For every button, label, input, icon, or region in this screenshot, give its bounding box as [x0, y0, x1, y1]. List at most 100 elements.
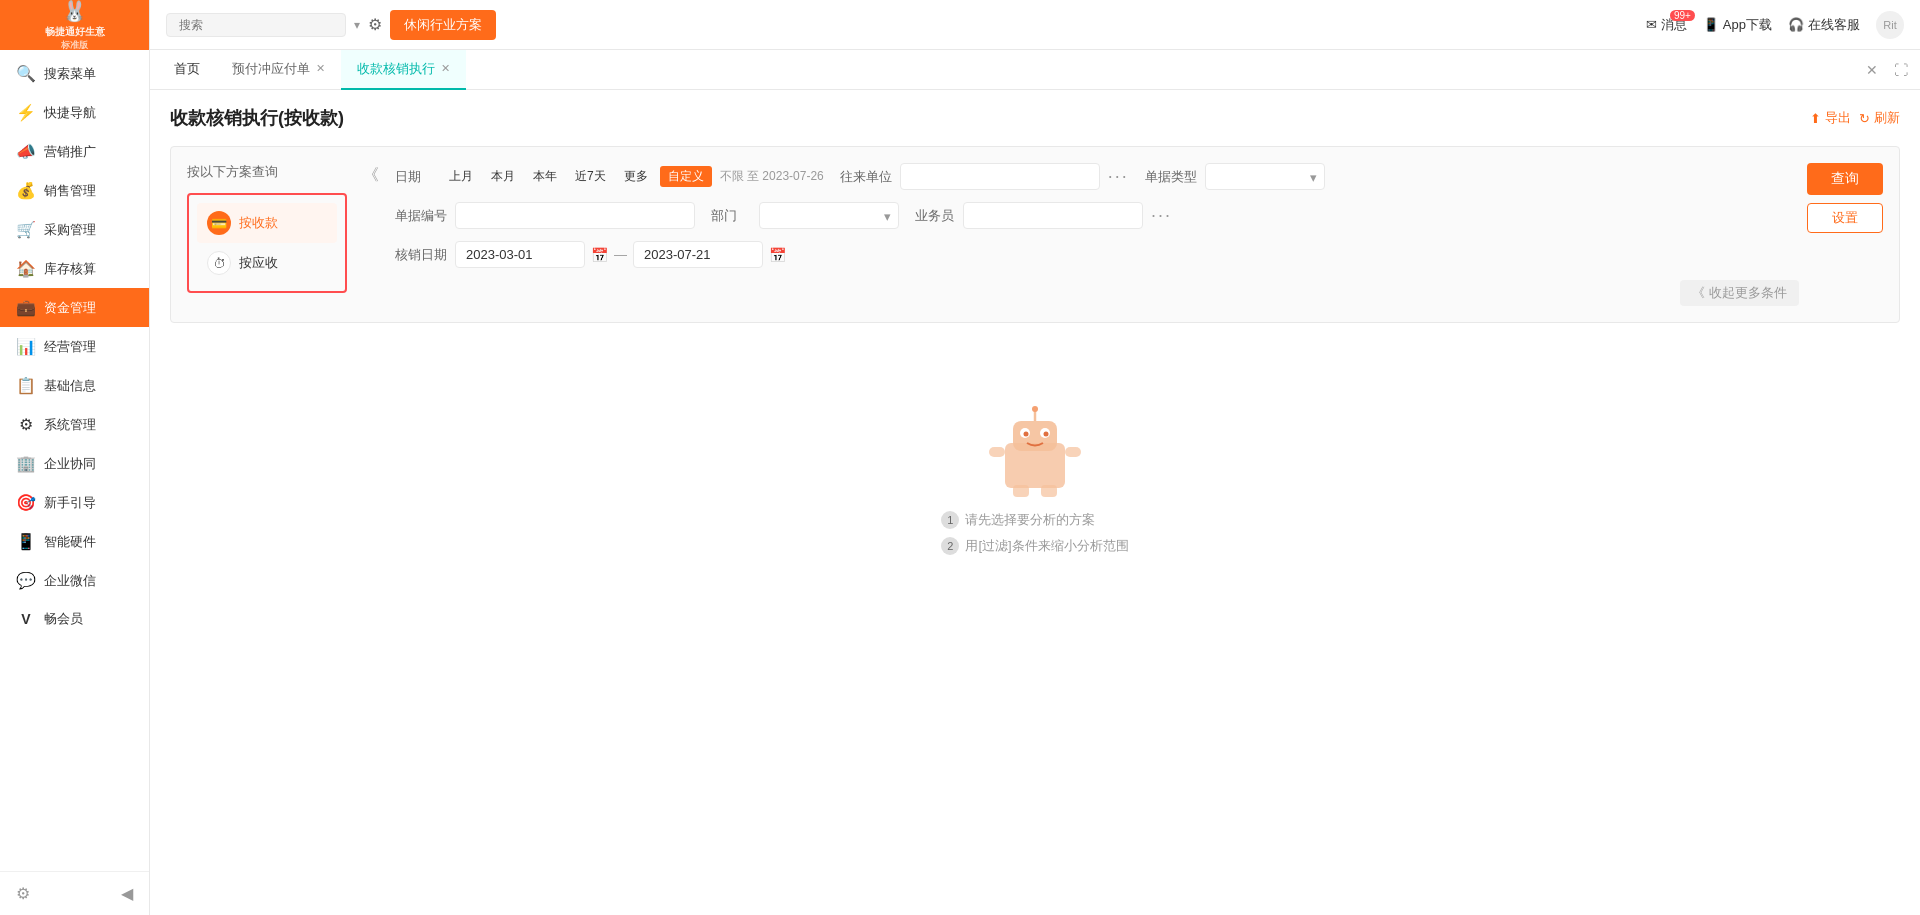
cancel-date-start-icon[interactable]: 📅	[591, 247, 608, 263]
filter-collapse-button[interactable]: 《	[363, 165, 379, 186]
date-btn-last-month[interactable]: 上月	[443, 166, 479, 187]
settings-button[interactable]: 设置	[1807, 203, 1883, 233]
filter-left-panel: 按以下方案查询 💳 按收款 ⏱ 按应收	[187, 163, 347, 306]
date-field: 日期 上月 本月 本年 近7天 更多 自定义 不	[395, 166, 824, 187]
query-button[interactable]: 查询	[1807, 163, 1883, 195]
page-container: 收款核销执行(按收款) ⬆ 导出 ↻ 刷新 按以下方案查询	[150, 90, 1920, 915]
tab-prepay[interactable]: 预付冲应付单 ✕	[216, 50, 341, 90]
sales-icon: 💰	[16, 181, 36, 200]
message-button[interactable]: ✉ 消息 99+	[1646, 16, 1687, 34]
hint-text-2: 用[过滤]条件来缩小分析范围	[965, 537, 1128, 555]
app-logo: 🐰 畅捷通好生意 标准版	[0, 0, 149, 50]
cancel-date-end-icon[interactable]: 📅	[769, 247, 786, 263]
tab-receipt-cancel-close[interactable]: ✕	[441, 62, 450, 75]
tab-receipt-cancel[interactable]: 收款核销执行 ✕	[341, 50, 466, 90]
date-btn-more[interactable]: 更多	[618, 166, 654, 187]
counterpart-label: 往来单位	[840, 168, 892, 186]
staff-select-icon[interactable]: ···	[1151, 205, 1172, 226]
doc-type-select[interactable]	[1205, 163, 1325, 190]
logo-icon: 🐰	[62, 0, 87, 23]
message-icon: ✉	[1646, 17, 1657, 32]
cancel-date-start-input[interactable]	[455, 241, 585, 268]
filter-row-3: 核销日期 📅 — 📅	[395, 241, 1799, 268]
sidebar-item-hardware[interactable]: 📱 智能硬件	[0, 522, 149, 561]
header-search-input[interactable]	[166, 13, 346, 37]
enterprise-icon: 🏢	[16, 454, 36, 473]
svg-rect-10	[1013, 485, 1029, 497]
filter-option-by-receipt[interactable]: 💳 按收款	[197, 203, 337, 243]
doc-no-input[interactable]	[455, 202, 695, 229]
sidebar-label-sales: 销售管理	[44, 182, 96, 200]
tab-bar: 首页 预付冲应付单 ✕ 收款核销执行 ✕ ✕ ⛶	[150, 50, 1920, 90]
counterpart-field: 往来单位 ···	[840, 163, 1129, 190]
sidebar-item-wechat[interactable]: 💬 企业微信	[0, 561, 149, 600]
svg-rect-8	[989, 447, 1005, 457]
cancel-date-end-input[interactable]	[633, 241, 763, 268]
sidebar-label-enterprise: 企业协同	[44, 455, 96, 473]
sidebar: 🐰 畅捷通好生意 标准版 🔍 搜索菜单 ⚡ 快捷导航 📣 营销推广 💰 销售管理…	[0, 0, 150, 915]
refresh-button[interactable]: ↻ 刷新	[1859, 109, 1900, 127]
online-service-button[interactable]: 🎧 在线客服	[1788, 16, 1860, 34]
sidebar-label-hardware: 智能硬件	[44, 533, 96, 551]
page-title: 收款核销执行(按收款)	[170, 106, 344, 130]
collapse-more-label: 收起更多条件	[1709, 284, 1787, 302]
sidebar-label-purchase: 采购管理	[44, 221, 96, 239]
sidebar-item-operation[interactable]: 📊 经营管理	[0, 327, 149, 366]
operation-icon: 📊	[16, 337, 36, 356]
sidebar-item-finance[interactable]: 💼 资金管理	[0, 288, 149, 327]
sidebar-item-guide[interactable]: 🎯 新手引导	[0, 483, 149, 522]
counterpart-select-icon[interactable]: ···	[1108, 166, 1129, 187]
counterpart-input[interactable]	[900, 163, 1100, 190]
cancel-date-range: 📅 — 📅	[455, 241, 786, 268]
user-avatar-area[interactable]: Rit	[1876, 11, 1904, 39]
sidebar-item-shortcut[interactable]: ⚡ 快捷导航	[0, 93, 149, 132]
date-no-limit-text: 不限 至 2023-07-26	[720, 168, 824, 185]
filter-panel-title: 按以下方案查询	[187, 163, 347, 181]
tab-home[interactable]: 首页	[158, 50, 216, 90]
export-button[interactable]: ⬆ 导出	[1810, 109, 1851, 127]
sidebar-item-marketing[interactable]: 📣 营销推广	[0, 132, 149, 171]
empty-illustration	[975, 403, 1095, 503]
app-download-button[interactable]: 📱 App下载	[1703, 16, 1772, 34]
sidebar-label-shortcut: 快捷导航	[44, 104, 96, 122]
filter-option-by-expected[interactable]: ⏱ 按应收	[197, 243, 337, 283]
collapse-more-button[interactable]: 《 收起更多条件	[1680, 280, 1799, 306]
sidebar-item-system[interactable]: ⚙ 系统管理	[0, 405, 149, 444]
app-icon: 📱	[1703, 17, 1719, 32]
hardware-icon: 📱	[16, 532, 36, 551]
sidebar-item-inventory[interactable]: 🏠 库存核算	[0, 249, 149, 288]
filter-actions: 查询 设置	[1807, 163, 1883, 233]
sidebar-nav: 🔍 搜索菜单 ⚡ 快捷导航 📣 营销推广 💰 销售管理 🛒 采购管理 🏠 库存核…	[0, 50, 149, 871]
service-icon: 🎧	[1788, 17, 1804, 32]
sidebar-collapse-icon[interactable]: ◀	[121, 884, 133, 903]
sidebar-label-operation: 经营管理	[44, 338, 96, 356]
header-gear-icon[interactable]: ⚙	[368, 15, 382, 34]
tab-expand-icon[interactable]: ⛶	[1890, 58, 1912, 82]
tab-close-all-icon[interactable]: ✕	[1862, 58, 1882, 82]
refresh-icon: ↻	[1859, 111, 1870, 126]
expected-option-label: 按应收	[239, 254, 278, 272]
date-btn-this-month[interactable]: 本月	[485, 166, 521, 187]
solution-button[interactable]: 休闲行业方案	[390, 10, 496, 40]
date-btn-7days[interactable]: 近7天	[569, 166, 612, 187]
sidebar-item-basic[interactable]: 📋 基础信息	[0, 366, 149, 405]
doc-type-select-wrap	[1205, 163, 1325, 190]
receipt-option-label: 按收款	[239, 214, 278, 232]
sidebar-item-enterprise[interactable]: 🏢 企业协同	[0, 444, 149, 483]
sidebar-item-sales[interactable]: 💰 销售管理	[0, 171, 149, 210]
export-label: 导出	[1825, 109, 1851, 127]
staff-input[interactable]	[963, 202, 1143, 229]
logo-name: 畅捷通好生意	[45, 25, 105, 39]
sidebar-item-purchase[interactable]: 🛒 采购管理	[0, 210, 149, 249]
tab-prepay-close[interactable]: ✕	[316, 62, 325, 75]
svg-point-4	[1024, 432, 1029, 437]
sidebar-item-member[interactable]: V 畅会员	[0, 600, 149, 638]
sidebar-settings-icon[interactable]: ⚙	[16, 884, 30, 903]
dept-select[interactable]	[759, 202, 899, 229]
service-label: 在线客服	[1808, 16, 1860, 34]
date-btn-this-year[interactable]: 本年	[527, 166, 563, 187]
header-dropdown-icon[interactable]: ▾	[354, 18, 360, 32]
sidebar-item-search[interactable]: 🔍 搜索菜单	[0, 54, 149, 93]
staff-label: 业务员	[915, 207, 955, 225]
date-btn-custom[interactable]: 自定义	[660, 166, 712, 187]
